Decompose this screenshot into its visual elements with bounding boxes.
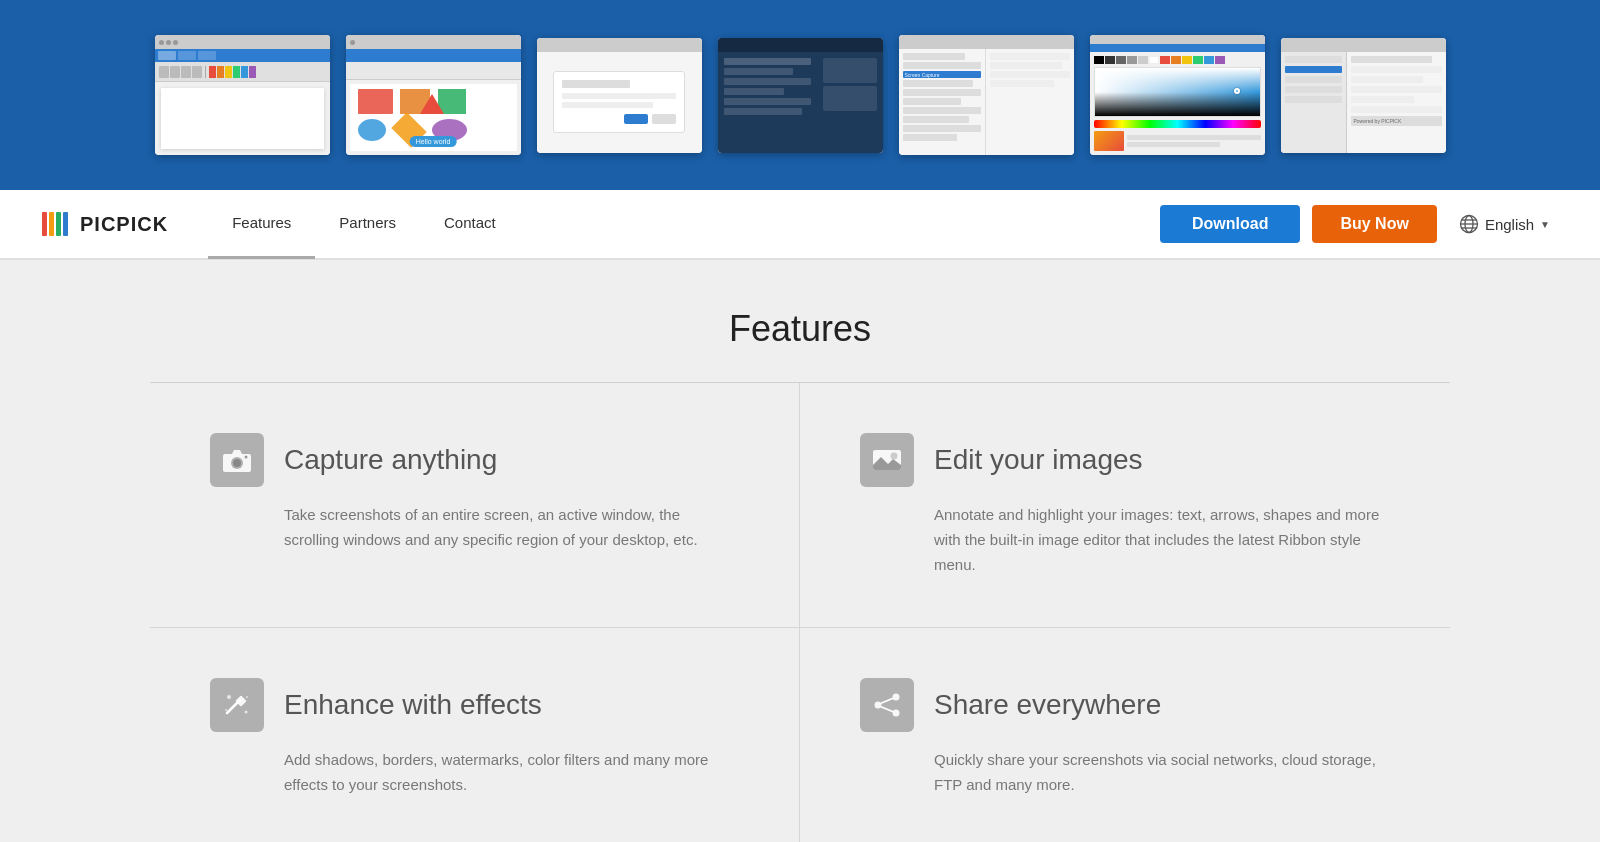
feature-capture: Capture anything Take screenshots of an …	[150, 383, 800, 628]
svg-rect-3	[63, 212, 68, 236]
share-desc: Quickly share your screenshots via socia…	[860, 748, 1390, 798]
hero-screenshot-1	[155, 35, 330, 155]
hero-screenshot-6	[1090, 35, 1265, 155]
logo-icon	[40, 208, 72, 240]
svg-point-21	[893, 694, 900, 701]
nav-item-features[interactable]: Features	[208, 189, 315, 259]
feature-enhance: Enhance with effects Add shadows, border…	[150, 628, 800, 842]
svg-line-25	[882, 707, 893, 712]
feature-enhance-header: Enhance with effects	[210, 678, 739, 732]
camera-icon	[222, 447, 252, 473]
hero-screenshot-4	[718, 38, 883, 153]
hero-screenshot-2: Hello world	[346, 35, 521, 155]
feature-share: Share everywhere Quickly share your scre…	[800, 628, 1450, 842]
logo-text: PICPICK	[80, 213, 168, 236]
svg-point-12	[245, 456, 248, 459]
svg-point-23	[875, 702, 882, 709]
svg-rect-0	[42, 212, 47, 236]
buy-now-button[interactable]: Buy Now	[1312, 205, 1436, 243]
svg-point-19	[246, 696, 248, 698]
capture-icon-box	[210, 433, 264, 487]
enhance-title: Enhance with effects	[284, 689, 542, 721]
hero-screenshot-5: Screen Capture	[899, 35, 1074, 155]
svg-point-22	[893, 710, 900, 717]
page-title: Features	[0, 260, 1600, 382]
nav-item-partners[interactable]: Partners	[315, 189, 420, 259]
nav-item-contact[interactable]: Contact	[420, 189, 520, 259]
effects-icon	[222, 692, 252, 718]
navbar-actions: Download Buy Now English ▼	[1160, 205, 1560, 243]
svg-rect-16	[235, 696, 246, 707]
share-icon-box	[860, 678, 914, 732]
hero-banner: Hello world	[0, 0, 1600, 190]
edit-title: Edit your images	[934, 444, 1143, 476]
feature-share-header: Share everywhere	[860, 678, 1390, 732]
svg-point-14	[891, 453, 898, 460]
svg-point-17	[227, 695, 231, 699]
lang-label: English	[1485, 216, 1534, 233]
share-icon	[872, 692, 902, 718]
share-title: Share everywhere	[934, 689, 1161, 721]
language-selector[interactable]: English ▼	[1449, 208, 1560, 240]
svg-rect-2	[56, 212, 61, 236]
svg-line-24	[882, 699, 893, 704]
globe-icon	[1459, 214, 1479, 234]
capture-title: Capture anything	[284, 444, 497, 476]
feature-edit-header: Edit your images	[860, 433, 1390, 487]
logo[interactable]: PICPICK	[40, 208, 168, 240]
download-button[interactable]: Download	[1160, 205, 1300, 243]
enhance-icon-box	[210, 678, 264, 732]
navbar: PICPICK Features Partners Contact Downlo…	[0, 190, 1600, 260]
hero-screenshot-7: Powered by PICPICK	[1281, 38, 1446, 153]
edit-desc: Annotate and highlight your images: text…	[860, 503, 1390, 577]
svg-point-11	[233, 459, 241, 467]
hero-screenshot-3	[537, 38, 702, 153]
nav-menu: Features Partners Contact	[208, 189, 1160, 259]
image-icon	[872, 447, 902, 473]
svg-point-18	[245, 711, 248, 714]
svg-rect-1	[49, 212, 54, 236]
svg-point-20	[225, 709, 227, 711]
edit-icon-box	[860, 433, 914, 487]
capture-desc: Take screenshots of an entire screen, an…	[210, 503, 739, 553]
enhance-desc: Add shadows, borders, watermarks, color …	[210, 748, 739, 798]
lang-chevron-icon: ▼	[1540, 219, 1550, 230]
features-grid: Capture anything Take screenshots of an …	[150, 382, 1450, 842]
feature-capture-header: Capture anything	[210, 433, 739, 487]
feature-edit: Edit your images Annotate and highlight …	[800, 383, 1450, 628]
main-content: Features Capture anything Take screensho…	[0, 260, 1600, 842]
